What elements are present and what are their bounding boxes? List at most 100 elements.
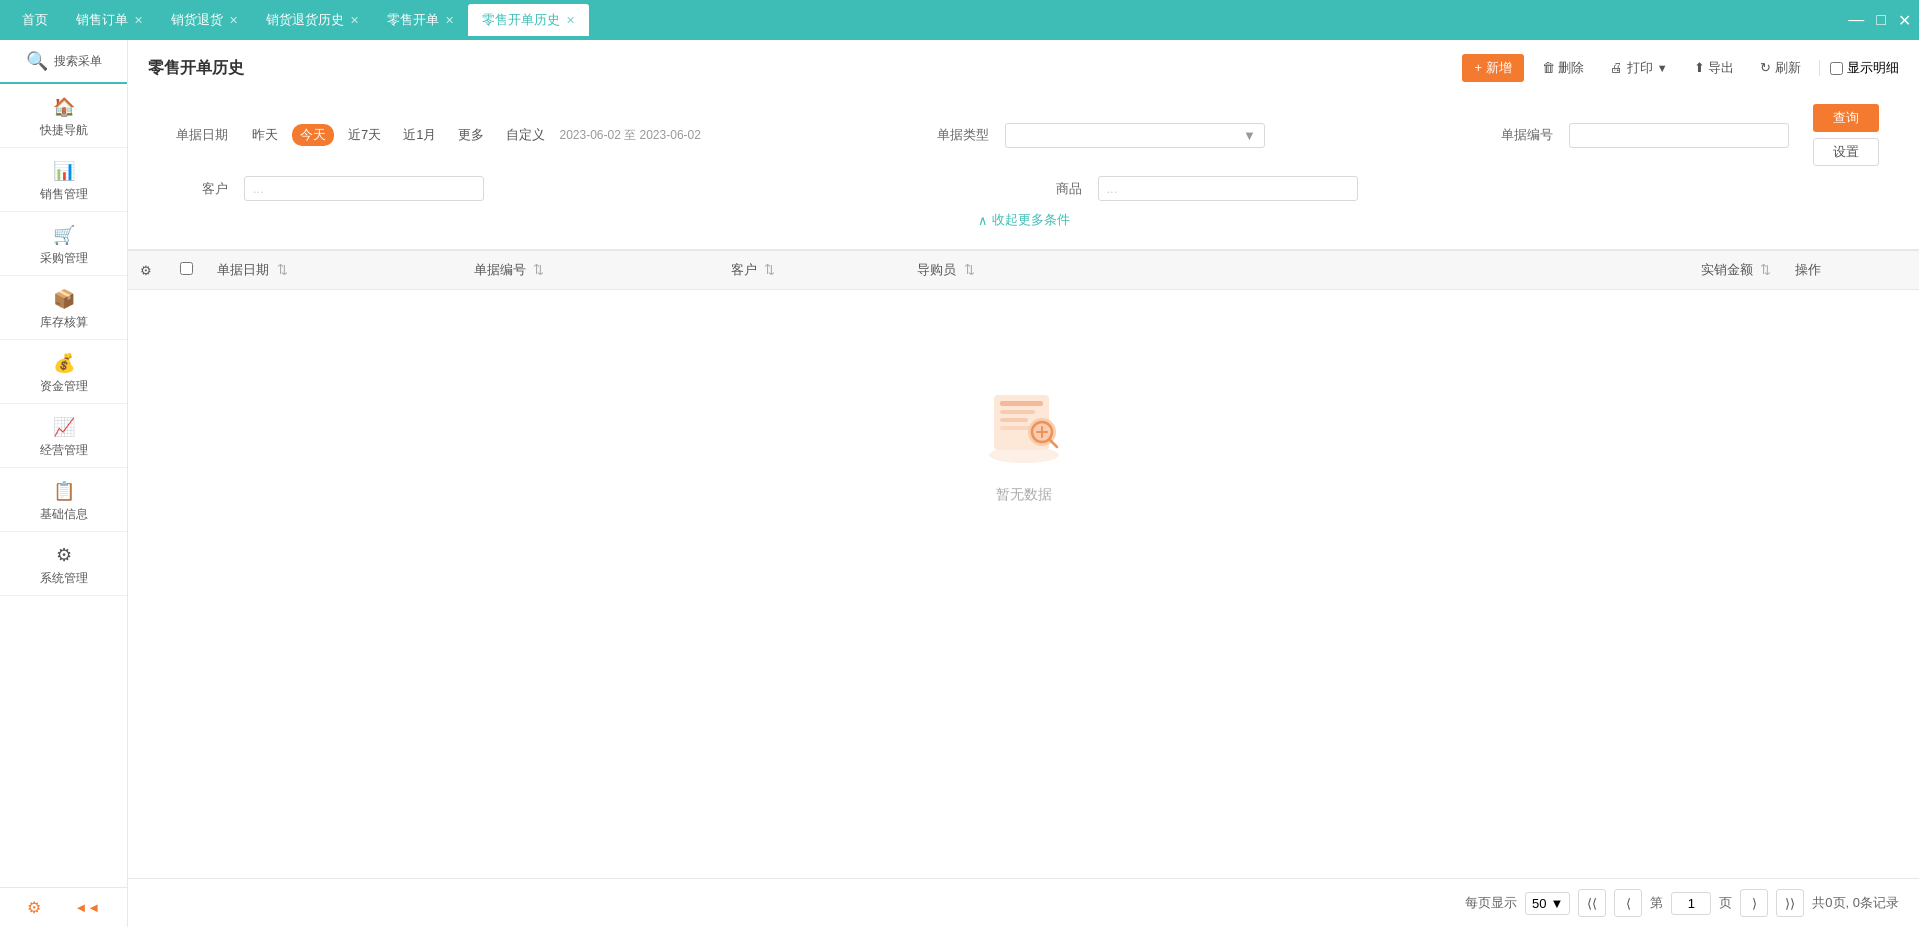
tab-sales-return-history-label: 销货退货历史: [266, 11, 344, 29]
window-minimize[interactable]: —: [1848, 11, 1864, 29]
toolbar: + 新增 🗑 删除 🖨 打印 ▼ ⬆ 导出 ↻ 刷新: [1462, 54, 1899, 82]
tab-retail-open-history-close[interactable]: ✕: [566, 14, 575, 27]
th-guide: 导购员 ⇅: [905, 251, 1127, 290]
settings-icon[interactable]: ⚙: [140, 263, 152, 278]
display-detail-label: 显示明细: [1847, 59, 1899, 77]
filter-bar: 单据日期 昨天 今天 近7天 近1月 更多 自定义 2023-06-02 至 2…: [148, 94, 1899, 249]
export-button[interactable]: ⬆ 导出: [1686, 55, 1743, 81]
refresh-button[interactable]: ↻ 刷新: [1752, 55, 1809, 81]
th-number-sort[interactable]: ⇅: [533, 262, 544, 277]
th-customer-sort[interactable]: ⇅: [764, 262, 775, 277]
th-amount-label: 实销金额: [1701, 262, 1753, 277]
query-button[interactable]: 查询: [1813, 104, 1879, 132]
tab-sales-order-label: 销售订单: [76, 11, 128, 29]
sidebar-system-label: 系统管理: [40, 570, 88, 587]
tab-sales-order[interactable]: 销售订单 ✕: [62, 4, 157, 36]
sidebar-operation-label: 经营管理: [40, 442, 88, 459]
display-detail-checkbox[interactable]: 显示明细: [1830, 59, 1899, 77]
page-first-btn[interactable]: ⟨⟨: [1578, 889, 1606, 917]
number-filter-input[interactable]: [1569, 123, 1789, 148]
collapse-button[interactable]: ∧ 收起更多条件: [168, 211, 1879, 229]
sidebar-quick-nav-label: 快捷导航: [40, 122, 88, 139]
collapse-label: 收起更多条件: [992, 211, 1070, 229]
tab-sales-return-history[interactable]: 销货退货历史 ✕: [252, 4, 373, 36]
th-date-sort[interactable]: ⇅: [277, 262, 288, 277]
sidebar-item-basic-info[interactable]: 📋 基础信息: [0, 468, 127, 532]
date-options: 昨天 今天 近7天 近1月 更多 自定义 2023-06-02 至 2023-0…: [244, 124, 701, 146]
add-button[interactable]: + 新增: [1462, 54, 1523, 82]
print-dropdown-icon[interactable]: ▼: [1657, 62, 1668, 74]
main-layout: 🔍 搜索采单 🏠 快捷导航 📊 销售管理 🛒 采购管理 📦 库存核算 💰 资金管…: [0, 40, 1919, 927]
th-amount-sort[interactable]: ⇅: [1760, 262, 1771, 277]
th-guide-sort[interactable]: ⇅: [964, 262, 975, 277]
sidebar-item-purchase-mgmt[interactable]: 🛒 采购管理: [0, 212, 127, 276]
window-close[interactable]: ✕: [1898, 11, 1911, 30]
print-button[interactable]: 🖨 打印 ▼: [1602, 55, 1676, 81]
number-filter-label: 单据编号: [1493, 126, 1553, 144]
date-filter-label: 单据日期: [168, 126, 228, 144]
date-last-month[interactable]: 近1月: [395, 124, 444, 146]
date-more[interactable]: 更多: [450, 124, 492, 146]
delete-button[interactable]: 🗑 删除: [1534, 55, 1593, 81]
th-action-label: 操作: [1795, 262, 1821, 277]
display-detail-input[interactable]: [1830, 62, 1843, 75]
sidebar-item-operation[interactable]: 📈 经营管理: [0, 404, 127, 468]
table-header-row: ⚙ 单据日期 ⇅ 单据编号 ⇅: [128, 251, 1919, 290]
tab-sales-return-close[interactable]: ✕: [229, 14, 238, 27]
date-last7[interactable]: 近7天: [340, 124, 389, 146]
trend-icon: 📈: [53, 416, 75, 438]
date-custom[interactable]: 自定义: [498, 124, 553, 146]
tab-retail-open[interactable]: 零售开单 ✕: [373, 4, 468, 36]
goods-select[interactable]: ...: [1098, 176, 1358, 201]
date-today[interactable]: 今天: [292, 124, 334, 146]
sidebar-item-system[interactable]: ⚙ 系统管理: [0, 532, 127, 596]
page-last-btn[interactable]: ⟩⟩: [1776, 889, 1804, 917]
th-number: 单据编号 ⇅: [462, 251, 719, 290]
empty-text: 暂无数据: [996, 486, 1052, 504]
svg-rect-5: [1000, 426, 1032, 430]
tab-sales-return[interactable]: 销货退货 ✕: [157, 4, 252, 36]
tab-home[interactable]: 首页: [8, 4, 62, 36]
empty-illustration: [974, 370, 1074, 470]
tab-sales-return-history-close[interactable]: ✕: [350, 14, 359, 27]
per-page-select[interactable]: 50 ▼: [1525, 892, 1570, 915]
sidebar-collapse-btn[interactable]: ◄◄: [74, 900, 100, 915]
svg-rect-3: [1000, 410, 1035, 414]
sidebar-item-inventory[interactable]: 📦 库存核算: [0, 276, 127, 340]
page-next-btn[interactable]: ⟩: [1740, 889, 1768, 917]
tab-retail-open-label: 零售开单: [387, 11, 439, 29]
sidebar-item-finance[interactable]: 💰 资金管理: [0, 340, 127, 404]
tab-retail-open-history-label: 零售开单历史: [482, 11, 560, 29]
query-label: 查询: [1833, 109, 1859, 127]
refresh-label: ↻ 刷新: [1760, 59, 1801, 77]
sidebar-item-quick-nav[interactable]: 🏠 快捷导航: [0, 84, 127, 148]
type-filter-select[interactable]: ▼: [1005, 123, 1265, 148]
settings-button[interactable]: 设置: [1813, 138, 1879, 166]
sidebar-search-label: 搜索采单: [54, 53, 102, 70]
select-all-checkbox[interactable]: [180, 262, 193, 275]
customer-select[interactable]: ...: [244, 176, 484, 201]
sidebar-item-search[interactable]: 🔍 搜索采单: [0, 40, 127, 84]
chart-icon: 📊: [53, 160, 75, 182]
sidebar-basic-info-label: 基础信息: [40, 506, 88, 523]
tab-retail-open-history[interactable]: 零售开单历史 ✕: [468, 4, 589, 36]
sidebar-bottom: ⚙ ◄◄: [0, 887, 127, 927]
table-container: ⚙ 单据日期 ⇅ 单据编号 ⇅: [128, 250, 1919, 878]
th-checkbox[interactable]: [168, 251, 205, 290]
date-yesterday[interactable]: 昨天: [244, 124, 286, 146]
page-input[interactable]: [1671, 892, 1711, 915]
page-header: 零售开单历史 + 新增 🗑 删除 🖨 打印 ▼ ⬆ 导出: [128, 40, 1919, 250]
th-settings[interactable]: ⚙: [128, 251, 168, 290]
page-label: 第: [1650, 894, 1663, 912]
export-label: ⬆ 导出: [1694, 59, 1735, 77]
tab-sales-order-close[interactable]: ✕: [134, 14, 143, 27]
sidebar-item-sales-mgmt[interactable]: 📊 销售管理: [0, 148, 127, 212]
th-number-label: 单据编号: [474, 262, 526, 277]
tab-retail-open-close[interactable]: ✕: [445, 14, 454, 27]
svg-rect-4: [1000, 418, 1028, 422]
window-maximize[interactable]: □: [1876, 11, 1886, 29]
th-customer-label: 客户: [731, 262, 757, 277]
sidebar-finance-label: 资金管理: [40, 378, 88, 395]
page-prev-btn[interactable]: ⟨: [1614, 889, 1642, 917]
sidebar-settings-btn[interactable]: ⚙: [27, 898, 41, 917]
